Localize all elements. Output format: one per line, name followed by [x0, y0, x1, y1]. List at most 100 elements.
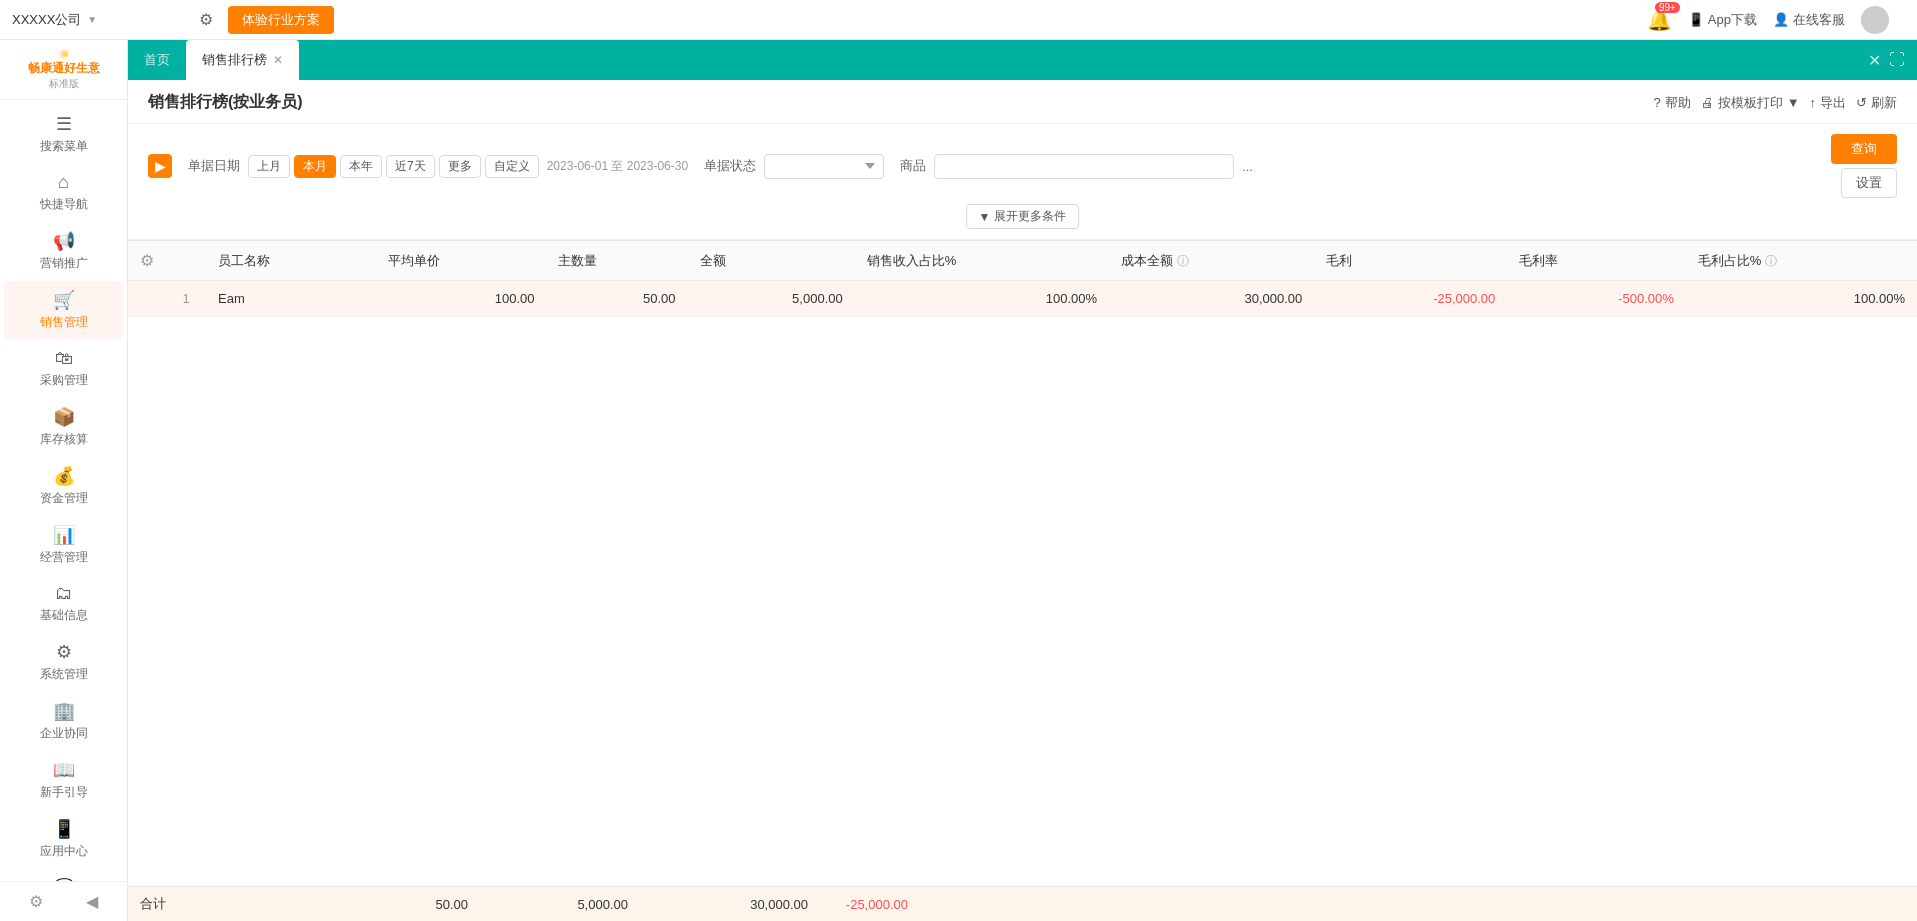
- footer-amount: 5,000.00: [528, 897, 628, 912]
- table-settings-button[interactable]: 设置: [1841, 168, 1897, 198]
- print-icon: 🖨: [1701, 95, 1714, 110]
- sidebar-item-operations[interactable]: 📊 经营管理: [4, 516, 123, 574]
- sidebar-item-sales[interactable]: 🛒 销售管理: [4, 281, 123, 339]
- expand-chevron-icon: ▼: [979, 210, 991, 224]
- sidebar-item-purchase[interactable]: 🛍 采购管理: [4, 340, 123, 397]
- sidebar-label-sales: 销售管理: [40, 314, 88, 331]
- row-name: Eam: [206, 281, 376, 317]
- cost-info-icon[interactable]: ⓘ: [1177, 254, 1189, 268]
- system-icon: ⚙: [56, 641, 72, 663]
- col-header-name: 员工名称: [206, 241, 376, 281]
- sidebar-nav: ☰ 搜索菜单 ⌂ 快捷导航 📢 营销推广 🛒 销售管理 🛍 采购管理 📦 库: [0, 100, 127, 881]
- expand-button[interactable]: ▼ 展开更多条件: [966, 204, 1080, 229]
- goods-input[interactable]: [934, 154, 1234, 179]
- page-header: 销售排行榜(按业务员) ? 帮助 🖨 按模板打印 ▼ ↑ 导出: [128, 80, 1917, 124]
- sidebar-label-basics: 基础信息: [40, 607, 88, 624]
- export-button[interactable]: ↑ 导出: [1810, 94, 1847, 112]
- col-header-profit: 毛利: [1314, 241, 1507, 281]
- sidebar-item-wechat[interactable]: 💬 企业微信: [4, 869, 123, 881]
- logo-text: 畅康通好生意: [28, 60, 100, 77]
- app-download-button[interactable]: 📱 App下载: [1688, 11, 1757, 29]
- date-btn-7days[interactable]: 近7天: [386, 155, 435, 178]
- sidebar-footer: ⚙ ◀: [0, 881, 127, 921]
- company-chevron-icon: ▼: [87, 14, 97, 25]
- template-print-button[interactable]: 🖨 按模板打印 ▼: [1701, 94, 1800, 112]
- date-btn-this-year[interactable]: 本年: [340, 155, 382, 178]
- footer-cost: 30,000.00: [708, 897, 808, 912]
- sidebar-label-quick-nav: 快捷导航: [40, 196, 88, 213]
- goods-more-button[interactable]: ...: [1242, 159, 1253, 174]
- table-header-row: ⚙ 员工名称 平均单价 主数量 全额 销售收入占比% 成本全额: [128, 241, 1917, 281]
- filter-arrow-button[interactable]: ▶: [148, 154, 172, 178]
- filter-right-actions: 查询 设置: [1831, 134, 1897, 198]
- col-header-index: [166, 241, 206, 281]
- sidebar-item-finance[interactable]: 💰 资金管理: [4, 457, 123, 515]
- operations-icon: 📊: [53, 524, 75, 546]
- date-range-display: 2023-06-01 至 2023-06-30: [547, 158, 688, 175]
- sidebar-label-finance: 资金管理: [40, 490, 88, 507]
- date-btn-more[interactable]: 更多: [439, 155, 481, 178]
- tab-sales-rank-label: 销售排行榜: [202, 51, 267, 69]
- tab-sales-rank[interactable]: 销售排行榜 ✕: [186, 40, 299, 80]
- avatar[interactable]: [1861, 6, 1889, 34]
- table-footer: 合计 50.00 5,000.00 30,000.00 -25,000.00: [128, 886, 1917, 921]
- settings-gear-button[interactable]: ⚙: [192, 6, 220, 34]
- row-avg-price: 100.00: [376, 281, 546, 317]
- sidebar-item-enterprise[interactable]: 🏢 企业协同: [4, 692, 123, 750]
- date-btn-this-month[interactable]: 本月: [294, 155, 336, 178]
- sidebar-settings-button[interactable]: ⚙: [29, 892, 43, 911]
- sidebar-collapse-button[interactable]: ◀: [86, 892, 98, 911]
- filter-area: ▶ 单据日期 上月 本月 本年 近7天 更多 自定义 2023-06-01 至 …: [128, 124, 1917, 240]
- online-service-button[interactable]: 👤 在线客服: [1773, 11, 1845, 29]
- sidebar-item-marketing[interactable]: 📢 营销推广: [4, 222, 123, 280]
- help-button[interactable]: ? 帮助: [1653, 94, 1690, 112]
- date-btn-last-month[interactable]: 上月: [248, 155, 290, 178]
- sidebar-item-basics[interactable]: 🗂 基础信息: [4, 575, 123, 632]
- sidebar-item-system[interactable]: ⚙ 系统管理: [4, 633, 123, 691]
- tab-home[interactable]: 首页: [128, 40, 186, 80]
- col-header-profit-pct: 毛利占比% ⓘ: [1686, 241, 1917, 281]
- refresh-button[interactable]: ↺ 刷新: [1856, 94, 1897, 112]
- main-layout: 🌟 畅康通好生意 标准版 ☰ 搜索菜单 ⌂ 快捷导航 📢 营销推广 🛒 销售管理: [0, 40, 1917, 921]
- sidebar-label-enterprise: 企业协同: [40, 725, 88, 742]
- column-settings-icon[interactable]: ⚙: [140, 252, 154, 269]
- sidebar-item-inventory[interactable]: 📦 库存核算: [4, 398, 123, 456]
- sidebar-label-guide: 新手引导: [40, 784, 88, 801]
- tab-bar-right: ✕ ⛶: [1868, 51, 1917, 70]
- table-area: ⚙ 员工名称 平均单价 主数量 全额 销售收入占比% 成本全额: [128, 240, 1917, 921]
- date-filter-label: 单据日期: [188, 157, 240, 175]
- query-button[interactable]: 查询: [1831, 134, 1897, 164]
- refresh-icon: ↺: [1856, 95, 1867, 110]
- date-btn-custom[interactable]: 自定义: [485, 155, 539, 178]
- row-cost: 30,000.00: [1109, 281, 1314, 317]
- company-name: XXXXX公司: [12, 11, 81, 29]
- print-chevron-icon: ▼: [1787, 95, 1800, 110]
- sidebar-item-search-menu[interactable]: ☰ 搜索菜单: [4, 105, 123, 163]
- sidebar-item-guide[interactable]: 📖 新手引导: [4, 751, 123, 809]
- tab-close-window-button[interactable]: ✕: [1868, 51, 1881, 70]
- trial-button[interactable]: 体验行业方案: [228, 6, 334, 34]
- message-icon-button[interactable]: 🔔 99+: [1647, 8, 1672, 32]
- row-amount: 5,000.00: [688, 281, 855, 317]
- col-header-amount: 全额: [688, 241, 855, 281]
- tab-maximize-button[interactable]: ⛶: [1889, 51, 1905, 69]
- expand-row: ▼ 展开更多条件: [148, 204, 1897, 229]
- sidebar-label-purchase: 采购管理: [40, 372, 88, 389]
- tab-close-icon[interactable]: ✕: [273, 53, 283, 67]
- sidebar-item-quick-nav[interactable]: ⌂ 快捷导航: [4, 164, 123, 221]
- sidebar-item-apps[interactable]: 📱 应用中心: [4, 810, 123, 868]
- filter-row: ▶ 单据日期 上月 本月 本年 近7天 更多 自定义 2023-06-01 至 …: [148, 134, 1897, 198]
- col-settings: ⚙: [128, 241, 166, 281]
- profit-pct-info-icon[interactable]: ⓘ: [1765, 254, 1777, 268]
- status-select[interactable]: [764, 154, 884, 179]
- footer-profit: -25,000.00: [808, 897, 908, 912]
- sidebar-label-apps: 应用中心: [40, 843, 88, 860]
- quick-nav-icon: ⌂: [58, 172, 69, 193]
- tab-bar: 首页 销售排行榜 ✕ ✕ ⛶: [128, 40, 1917, 80]
- sidebar: 🌟 畅康通好生意 标准版 ☰ 搜索菜单 ⌂ 快捷导航 📢 营销推广 🛒 销售管理: [0, 40, 128, 921]
- sidebar-label-operations: 经营管理: [40, 549, 88, 566]
- sidebar-label-system: 系统管理: [40, 666, 88, 683]
- data-table: ⚙ 员工名称 平均单价 主数量 全额 销售收入占比% 成本全额: [128, 240, 1917, 317]
- company-selector[interactable]: XXXXX公司 ▼: [12, 11, 192, 29]
- row-sales-pct: 100.00%: [855, 281, 1109, 317]
